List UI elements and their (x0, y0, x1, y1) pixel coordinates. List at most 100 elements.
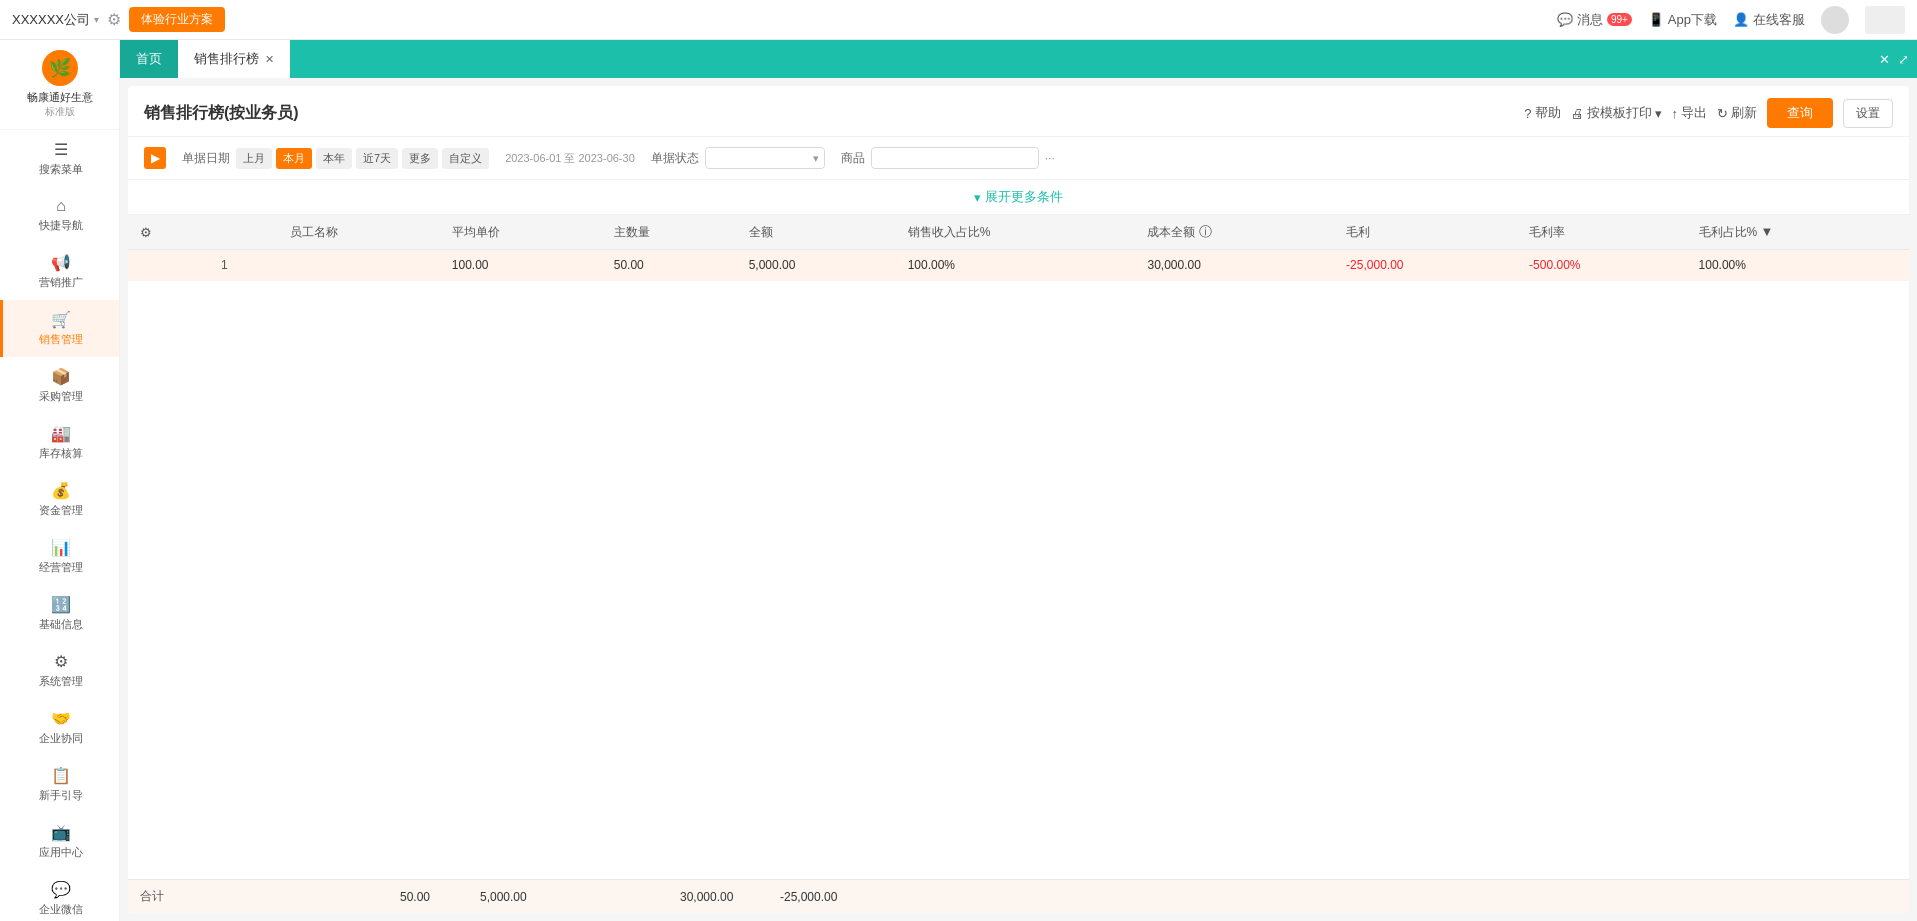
logo-area: 🌿 畅康通好生意 标准版 (0, 40, 119, 130)
settings-gear-icon[interactable]: ⚙ (107, 10, 121, 29)
col-qty: 主数量 (602, 215, 737, 250)
cell-name (278, 250, 440, 281)
sidebar-item-newbie[interactable]: 📋 新手引导 (0, 756, 119, 813)
sidebar-item-purchase[interactable]: 📦 采购管理 (0, 357, 119, 414)
tab-close-icon[interactable]: ✕ (265, 53, 274, 66)
col-sales-pct: 销售收入占比% (896, 215, 1136, 250)
sidebar-item-sales[interactable]: 🛒 销售管理 (0, 300, 119, 357)
online-service-label: 在线客服 (1753, 11, 1805, 29)
tab-sales-rank-label: 销售排行榜 (194, 50, 259, 68)
goods-more-icon[interactable]: ··· (1045, 151, 1055, 165)
footer-qty-area: 50.00 (400, 889, 480, 904)
goods-filter-item: 商品 ··· (841, 147, 1055, 169)
col-settings-icon: ⚙ (140, 225, 152, 240)
sidebar-item-app-center[interactable]: 📺 应用中心 (0, 813, 119, 870)
company-name: XXXXXX公司 (12, 11, 90, 29)
newbie-icon: 📋 (51, 766, 71, 785)
message-button[interactable]: 💬 消息 99+ (1557, 11, 1632, 29)
cost-info-icon[interactable]: ⓘ (1199, 224, 1212, 239)
app-download-label: App下载 (1668, 11, 1717, 29)
date-btn-this-month[interactable]: 本月 (276, 148, 312, 169)
collapse-filter-button[interactable]: ▶ (144, 147, 166, 169)
sidebar-label-enterprise-collab: 企业协同 (39, 731, 83, 746)
refresh-label: 刷新 (1731, 104, 1757, 122)
sidebar-label-enterprise-wechat: 企业微信 (39, 902, 83, 917)
sidebar-label-newbie: 新手引导 (39, 788, 83, 803)
date-btn-7-days[interactable]: 近7天 (356, 148, 398, 169)
avatar[interactable] (1821, 6, 1849, 34)
date-btn-this-year[interactable]: 本年 (316, 148, 352, 169)
status-filter-item: 单据状态 (651, 147, 825, 169)
service-icon: 👤 (1733, 12, 1749, 27)
date-range-display: 2023-06-01 至 2023-06-30 (505, 151, 635, 166)
date-filter-label: 单据日期 (182, 150, 230, 167)
date-btn-custom[interactable]: 自定义 (442, 148, 489, 169)
sidebar-item-enterprise-wechat[interactable]: 💬 企业微信 (0, 870, 119, 921)
status-select[interactable] (705, 147, 825, 169)
user-name-area[interactable] (1865, 6, 1905, 34)
cell-gross: -25,000.00 (1334, 250, 1517, 281)
footer-gross-area: -25,000.00 (780, 889, 880, 904)
col-amount: 全额 (737, 215, 896, 250)
footer-gross: -25,000.00 (780, 890, 837, 904)
table-wrapper: ⚙ 员工名称 平均单价 主数量 全额 销售收入占比% 成本全额 ⓘ 毛利 毛利率… (128, 215, 1909, 879)
date-btn-last-month[interactable]: 上月 (236, 148, 272, 169)
print-icon: 🖨 (1571, 106, 1584, 121)
col-gross: 毛利 (1334, 215, 1517, 250)
sidebar-label-inventory: 库存核算 (39, 446, 83, 461)
refresh-icon: ↻ (1717, 106, 1728, 121)
date-btn-more[interactable]: 更多 (402, 148, 438, 169)
tab-close-window-icon[interactable]: ✕ (1879, 52, 1890, 67)
data-table: ⚙ 员工名称 平均单价 主数量 全额 销售收入占比% 成本全额 ⓘ 毛利 毛利率… (128, 215, 1909, 281)
logo-sub: 标准版 (45, 105, 75, 119)
marketing-icon: 📢 (51, 253, 71, 272)
sidebar-label-marketing: 营销推广 (39, 275, 83, 290)
enterprise-collab-icon: 🤝 (51, 709, 71, 728)
sidebar-item-marketing[interactable]: 📢 营销推广 (0, 243, 119, 300)
footer-total-label: 合计 (140, 889, 164, 903)
sidebar-item-search-order[interactable]: ☰ 搜索菜单 (0, 130, 119, 187)
refresh-button[interactable]: ↻ 刷新 (1717, 104, 1757, 122)
expand-more-label: 展开更多条件 (985, 188, 1063, 206)
enterprise-wechat-icon: 💬 (51, 880, 71, 899)
template-print-button[interactable]: 🖨 按模板打印 ▾ (1571, 104, 1662, 122)
sidebar-label-quick-nav: 快捷导航 (39, 218, 83, 233)
company-selector[interactable]: XXXXXX公司 ▾ (12, 11, 99, 29)
tab-home-label: 首页 (136, 50, 162, 68)
sidebar-item-operations[interactable]: 📊 经营管理 (0, 528, 119, 585)
goods-filter-input[interactable] (871, 147, 1039, 169)
footer-amount-area: 5,000.00 (480, 889, 570, 904)
page-content: 销售排行榜(按业务员) ? 帮助 🖨 按模板打印 ▾ ↑ 导出 (128, 86, 1909, 913)
online-service-button[interactable]: 👤 在线客服 (1733, 11, 1805, 29)
footer-cost: 30,000.00 (680, 890, 733, 904)
date-filter-options: 上月 本月 本年 近7天 更多 自定义 (236, 148, 489, 169)
footer-cost-area: 30,000.00 (680, 889, 780, 904)
help-button[interactable]: ? 帮助 (1524, 104, 1560, 122)
cell-cost: 30,000.00 (1135, 250, 1334, 281)
trial-button[interactable]: 体验行业方案 (129, 7, 225, 32)
query-button[interactable]: 查询 (1767, 98, 1833, 128)
tab-home[interactable]: 首页 (120, 40, 178, 78)
app-download-icon: 📱 (1648, 12, 1664, 27)
sidebar-item-finance[interactable]: 💰 资金管理 (0, 471, 119, 528)
date-filter-item: 单据日期 上月 本月 本年 近7天 更多 自定义 (182, 148, 489, 169)
sidebar-item-quick-nav[interactable]: ⌂ 快捷导航 (0, 187, 119, 243)
content-area: 首页 销售排行榜 ✕ ✕ ⤢ 销售排行榜(按业务员) ? 帮助 (120, 40, 1917, 921)
settings-button[interactable]: 设置 (1843, 99, 1893, 128)
sidebar-item-system[interactable]: ⚙ 系统管理 (0, 642, 119, 699)
tab-sales-rank[interactable]: 销售排行榜 ✕ (178, 40, 290, 78)
app-download-button[interactable]: 📱 App下载 (1648, 11, 1717, 29)
export-button[interactable]: ↑ 导出 (1672, 104, 1708, 122)
expand-more-button[interactable]: ▾ 展开更多条件 (974, 184, 1063, 210)
sidebar-item-inventory[interactable]: 🏭 库存核算 (0, 414, 119, 471)
col-rank (209, 215, 278, 250)
main-layout: 🌿 畅康通好生意 标准版 ☰ 搜索菜单 ⌂ 快捷导航 📢 营销推广 🛒 销售管理… (0, 40, 1917, 921)
tab-maximize-icon[interactable]: ⤢ (1898, 52, 1909, 67)
status-filter-label: 单据状态 (651, 150, 699, 167)
footer-label-area: 合计 (140, 888, 400, 905)
gross-pct-info-icon[interactable]: ▼ (1761, 224, 1774, 239)
filter-row: ▶ 单据日期 上月 本月 本年 近7天 更多 自定义 2023-06-01 至 … (128, 137, 1909, 180)
sidebar-item-enterprise-collab[interactable]: 🤝 企业协同 (0, 699, 119, 756)
col-settings[interactable]: ⚙ (128, 215, 209, 250)
sidebar-item-basic-info[interactable]: 🔢 基础信息 (0, 585, 119, 642)
